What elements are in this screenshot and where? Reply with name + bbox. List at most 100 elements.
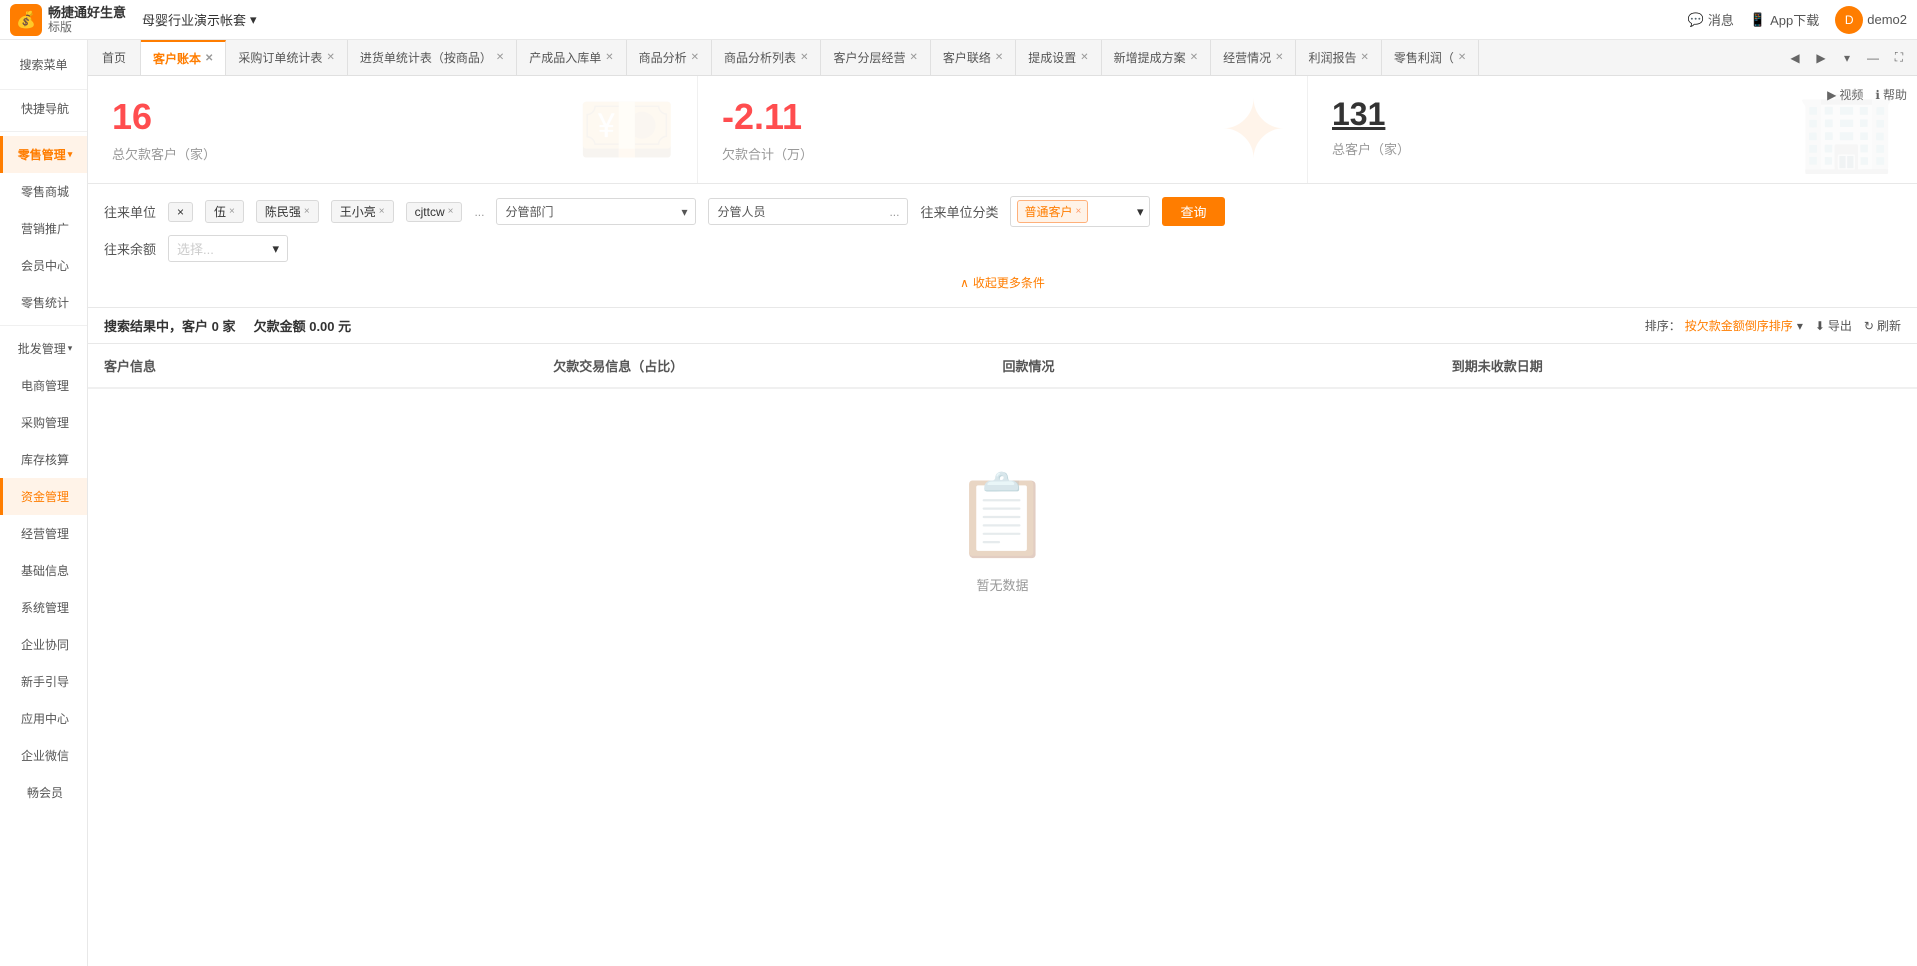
filter-tags-more[interactable]: ... <box>474 205 484 219</box>
tab-home[interactable]: 首页 <box>88 40 141 75</box>
tab-controls: ◀ ▶ ▾ — ⛶ <box>1777 46 1917 70</box>
download-icon: ⬇ <box>1815 319 1825 333</box>
col-due-date: 到期未收款日期 <box>1452 356 1901 375</box>
chevron-down-icon3: ▾ <box>681 205 687 219</box>
sidebar-item-purchase[interactable]: 采购管理 <box>0 404 87 441</box>
tab-new-commission[interactable]: 新增提成方案 ✕ <box>1102 40 1211 75</box>
chevron-up-icon: ∧ <box>960 276 969 290</box>
help-link[interactable]: ℹ 帮助 <box>1875 86 1907 103</box>
tab-profit-report[interactable]: 利润报告 ✕ <box>1296 40 1381 75</box>
tab-close-9[interactable]: ✕ <box>1190 52 1198 63</box>
balance-filter-label: 往来余额 <box>104 239 156 258</box>
sidebar-item-quick-nav[interactable]: 快捷导航 <box>0 90 87 127</box>
sidebar-item-app-center[interactable]: 应用中心 <box>0 700 87 737</box>
tab-close-3[interactable]: ✕ <box>605 52 613 63</box>
star-bg-icon: ✦ <box>1220 83 1287 176</box>
stat-customer-value: 16 <box>112 96 152 138</box>
sidebar-item-retail-manage[interactable]: 零售管理 ▾ <box>0 136 87 173</box>
message-icon: 💬 <box>1688 12 1704 28</box>
tab-close-10[interactable]: ✕ <box>1275 52 1283 63</box>
tab-product-analysis[interactable]: 商品分析 ✕ <box>627 40 712 75</box>
tab-close-2[interactable]: ✕ <box>496 52 504 63</box>
sidebar-item-enterprise-wx[interactable]: 企业微信 <box>0 737 87 774</box>
tab-bar: 首页 客户账本 ✕ 采购订单统计表 ✕ 进货单统计表（按商品） ✕ 产成品入库单… <box>88 40 1917 76</box>
tab-business-status[interactable]: 经营情况 ✕ <box>1211 40 1296 75</box>
search-menu-button[interactable]: 搜索菜单 <box>8 50 79 79</box>
tag-close-1[interactable]: × <box>229 206 235 217</box>
tab-close-7[interactable]: ✕ <box>995 52 1003 63</box>
tab-close-4[interactable]: ✕ <box>691 52 699 63</box>
message-button[interactable]: 💬 消息 <box>1688 10 1734 29</box>
user-menu[interactable]: D demo2 <box>1835 6 1907 34</box>
balance-filter-select[interactable]: 选择... ▾ <box>168 235 288 262</box>
app-download-button[interactable]: 📱 App下载 <box>1750 10 1819 29</box>
sidebar-item-capital[interactable]: 资金管理 <box>0 478 87 515</box>
sidebar-item-ecommerce[interactable]: 电商管理 <box>0 367 87 404</box>
tag-close-2[interactable]: × <box>304 206 310 217</box>
person-filter-select[interactable]: 分管人员 ... <box>708 198 908 225</box>
col-customer-info: 客户信息 <box>104 356 553 375</box>
sidebar-item-enterprise[interactable]: 企业协同 <box>0 626 87 663</box>
stat-card-customers: 💴 16 总欠款客户（家） <box>88 76 698 183</box>
sidebar-item-retail-stat[interactable]: 零售统计 <box>0 284 87 321</box>
tab-next-button[interactable]: ▶ <box>1809 46 1833 70</box>
tab-purchase-order-stat[interactable]: 采购订单统计表 ✕ <box>226 40 347 75</box>
sidebar-item-member2[interactable]: 畅会员 <box>0 774 87 811</box>
sidebar-item-basic-info[interactable]: 基础信息 <box>0 552 87 589</box>
sort-selector[interactable]: 排序： 按欠款金额倒序排序 ▾ <box>1645 317 1803 334</box>
tab-prev-button[interactable]: ◀ <box>1783 46 1807 70</box>
tab-close-0[interactable]: ✕ <box>205 53 213 64</box>
sidebar-item-sys-manage[interactable]: 系统管理 <box>0 589 87 626</box>
table-body: 📋 暂无数据 <box>88 389 1917 674</box>
collapse-row: ∧ 收起更多条件 <box>104 270 1901 295</box>
tab-close-11[interactable]: ✕ <box>1361 52 1369 63</box>
tab-menu-button[interactable]: ▾ <box>1835 46 1859 70</box>
tab-close-6[interactable]: ✕ <box>909 52 917 63</box>
sidebar-item-member[interactable]: 会员中心 <box>0 247 87 284</box>
unit-type-tag-close[interactable]: × <box>1076 206 1082 217</box>
sidebar-item-inventory[interactable]: 库存核算 <box>0 441 87 478</box>
coin-bg-icon: 💴 <box>577 83 677 177</box>
refresh-button[interactable]: ↻ 刷新 <box>1864 317 1901 334</box>
sidebar-item-marketing[interactable]: 营销推广 <box>0 210 87 247</box>
table-wrap: 客户信息 欠款交易信息（占比） 回款情况 到期未收款日期 📋 暂无数据 <box>88 344 1917 966</box>
tab-close-5[interactable]: ✕ <box>800 52 808 63</box>
query-button[interactable]: 查询 <box>1162 197 1224 226</box>
tab-purchase-stat-product[interactable]: 进货单统计表（按商品） ✕ <box>348 40 517 75</box>
tab-close-1[interactable]: ✕ <box>326 52 334 63</box>
tab-customer-segment[interactable]: 客户分层经营 ✕ <box>821 40 930 75</box>
collapse-button[interactable]: ∧ 收起更多条件 <box>952 270 1053 295</box>
sidebar-item-new-guide[interactable]: 新手引导 <box>0 663 87 700</box>
demo-selector[interactable]: 母婴行业演示帐套 ▾ <box>134 6 265 33</box>
tab-product-analysis-list[interactable]: 商品分析列表 ✕ <box>712 40 821 75</box>
chevron-down-icon4: ▾ <box>1137 204 1144 220</box>
tab-close-8[interactable]: ✕ <box>1080 52 1088 63</box>
stat-total-value: 131 <box>1332 96 1385 133</box>
tab-minimize-button[interactable]: — <box>1861 46 1885 70</box>
chevron-down-icon2: ▾ <box>68 343 73 354</box>
sidebar-item-batch-manage[interactable]: 批发管理 ▾ <box>0 330 87 367</box>
tag-close-4[interactable]: × <box>448 206 454 217</box>
tab-customer-contact[interactable]: 客户联络 ✕ <box>931 40 1016 75</box>
tab-maximize-button[interactable]: ⛶ <box>1887 46 1911 70</box>
video-link[interactable]: ▶ 视频 <box>1827 86 1863 103</box>
sidebar-item-retail-mall[interactable]: 零售商城 <box>0 173 87 210</box>
stat-card-debt: ✦ -2.11 欠款合计（万） <box>698 76 1308 183</box>
tab-commission-settings[interactable]: 提成设置 ✕ <box>1016 40 1101 75</box>
tab-customer-account[interactable]: 客户账本 ✕ <box>141 40 226 75</box>
sidebar-item-operation[interactable]: 经营管理 <box>0 515 87 552</box>
unit-type-select[interactable]: 普通客户 × ▾ <box>1010 196 1150 227</box>
tag-close-3[interactable]: × <box>379 206 385 217</box>
tab-product-inbound[interactable]: 产成品入库单 ✕ <box>517 40 626 75</box>
chevron-down-icon5: ▾ <box>272 241 279 257</box>
export-button[interactable]: ⬇ 导出 <box>1815 317 1852 334</box>
tab-close-12[interactable]: ✕ <box>1458 52 1466 63</box>
tab-retail-profit[interactable]: 零售利润（ ✕ <box>1382 40 1479 75</box>
filter-tag-unit-4: cjttcw × <box>406 202 463 222</box>
dept-filter-select[interactable]: 分管部门 ▾ <box>496 198 696 225</box>
sidebar: 搜索菜单 快捷导航 零售管理 ▾ 零售商城 营销推广 会员中心 零售统计 批发管… <box>0 40 88 966</box>
person-more: ... <box>889 205 899 219</box>
avatar: D <box>1835 6 1863 34</box>
unit-type-label: 往来单位分类 <box>920 202 998 221</box>
sidebar-divider2 <box>0 325 87 326</box>
